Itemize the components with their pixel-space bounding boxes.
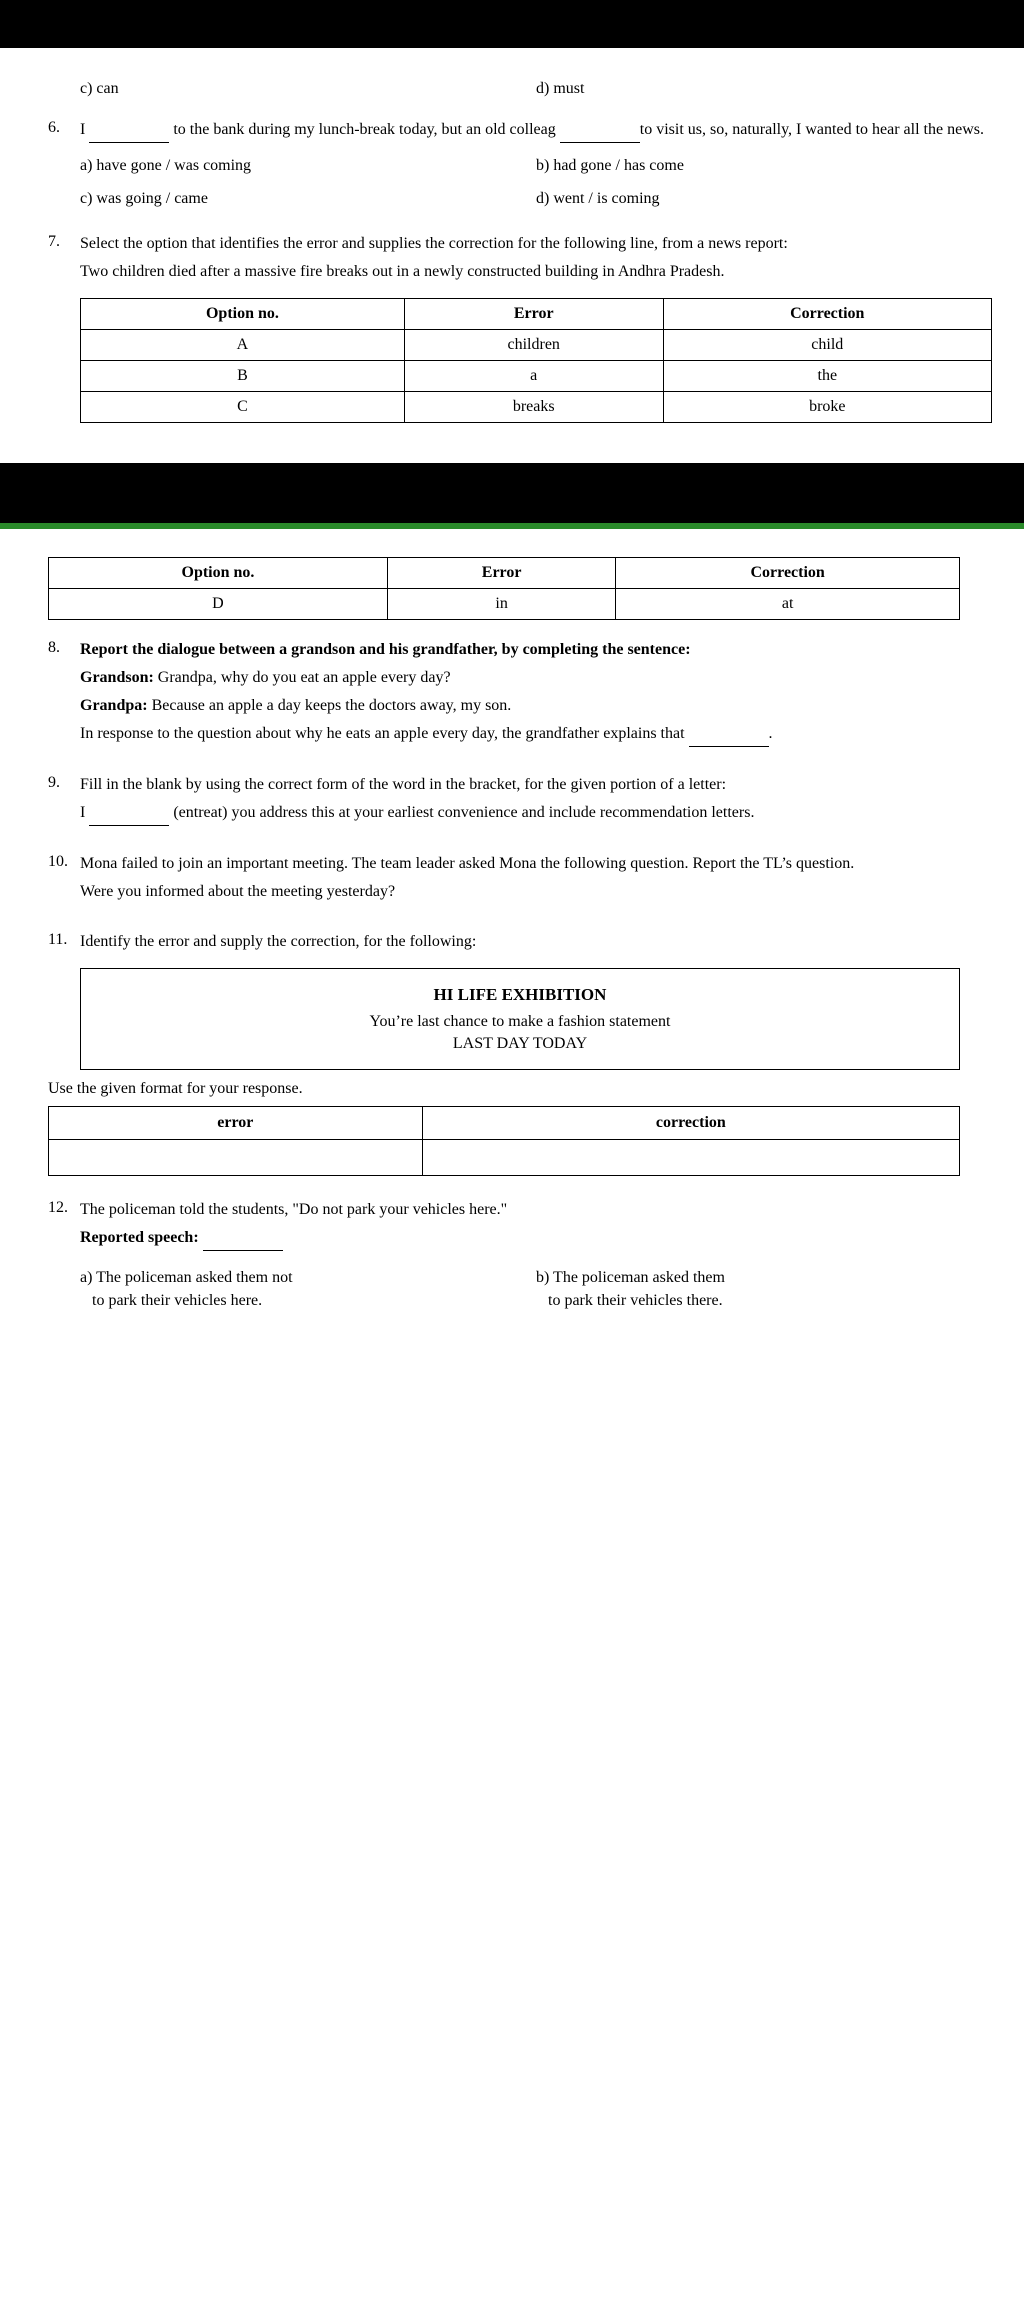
q7-cont-table-wrapper: Option no. Error Correction D in at xyxy=(48,557,992,620)
q9-number: 9. xyxy=(48,773,80,792)
q11-use-format: Use the given format for your response. xyxy=(48,1080,992,1098)
q9-instruction: Fill in the blank by using the correct f… xyxy=(80,773,992,797)
q8-grandson: Grandson: Grandpa, why do you eat an app… xyxy=(80,666,992,690)
q6-text: I to the bank during my lunch-break toda… xyxy=(80,118,992,143)
cont-th-option: Option no. xyxy=(49,558,388,589)
q10-text: Mona failed to join an important meeting… xyxy=(80,852,992,908)
cont-row-d-error: in xyxy=(387,589,615,620)
question-10: 10. Mona failed to join an important mee… xyxy=(48,852,992,908)
q6-option-c: c) was going / came xyxy=(80,188,536,210)
top-black-bar xyxy=(0,0,1024,48)
q9-blank xyxy=(89,801,169,826)
err-table: error correction xyxy=(48,1106,960,1176)
q11-number: 11. xyxy=(48,930,80,949)
q6-option-b: b) had gone / has come xyxy=(536,155,992,177)
err-th-correction: correction xyxy=(422,1107,959,1140)
table-row: A children child xyxy=(81,330,992,361)
q7-row-b-correction: the xyxy=(663,361,991,392)
err-row-error xyxy=(49,1140,423,1176)
q7-row-b-error: a xyxy=(404,361,663,392)
q9-text: Fill in the blank by using the correct f… xyxy=(80,773,992,830)
q7-row-c-correction: broke xyxy=(663,392,991,423)
question-6: 6. I to the bank during my lunch-break t… xyxy=(48,118,992,210)
err-row-correction xyxy=(422,1140,959,1176)
question-7: 7. Select the option that identifies the… xyxy=(48,232,992,423)
q11-text: Identify the error and supply the correc… xyxy=(80,930,992,958)
q7-th-option: Option no. xyxy=(81,299,405,330)
q12-option-a: a) The policeman asked them not to park … xyxy=(80,1267,536,1312)
q7-instruction: Select the option that identifies the er… xyxy=(80,232,992,256)
q7-row-c-error: breaks xyxy=(404,392,663,423)
cont-th-error: Error xyxy=(387,558,615,589)
q7-sentence: Two children died after a massive fire b… xyxy=(80,260,992,284)
prev-question-options: c) can d) must xyxy=(80,78,992,100)
q12-number: 12. xyxy=(48,1198,80,1217)
q8-bold-instruction: Report the dialogue between a grandson a… xyxy=(80,638,992,662)
question-8: 8. Report the dialogue between a grandso… xyxy=(48,638,992,751)
q6-blank2 xyxy=(560,118,640,143)
q12-option-b: b) The policeman asked them to park thei… xyxy=(536,1267,992,1312)
q8-grandpa: Grandpa: Because an apple a day keeps th… xyxy=(80,694,992,718)
q7-th-correction: Correction xyxy=(663,299,991,330)
q8-blank xyxy=(689,722,769,747)
q8-number: 8. xyxy=(48,638,80,657)
cont-th-correction: Correction xyxy=(616,558,960,589)
cont-row-d-option: D xyxy=(49,589,388,620)
exhibition-box: HI LIFE EXHIBITION You’re last chance to… xyxy=(80,968,960,1070)
q10-question-line: Were you informed about the meeting yest… xyxy=(80,880,992,904)
q7-row-c-option: C xyxy=(81,392,405,423)
question-9: 9. Fill in the blank by using the correc… xyxy=(48,773,992,830)
second-content-area: Option no. Error Correction D in at 8. xyxy=(0,529,1024,1352)
table-row xyxy=(49,1140,960,1176)
question-11: 11. Identify the error and supply the co… xyxy=(48,930,992,1176)
q7-table: Option no. Error Correction A children c… xyxy=(80,298,992,423)
q6-options: a) have gone / was coming b) had gone / … xyxy=(80,155,992,210)
q7-row-a-option: A xyxy=(81,330,405,361)
q12-text: The policeman told the students, "Do not… xyxy=(80,1198,992,1255)
q10-instruction: Mona failed to join an important meeting… xyxy=(80,852,992,876)
q12-sentence: The policeman told the students, "Do not… xyxy=(80,1198,992,1222)
q6-blank1 xyxy=(89,118,169,143)
q7-text: Select the option that identifies the er… xyxy=(80,232,992,288)
black-divider xyxy=(0,463,1024,523)
q7-number: 7. xyxy=(48,232,80,251)
option-d-must: d) must xyxy=(536,78,992,100)
q6-number: 6. xyxy=(48,118,80,137)
option-c-can: c) can xyxy=(80,78,536,100)
q7-cont-table: Option no. Error Correction D in at xyxy=(48,557,960,620)
table-row: C breaks broke xyxy=(81,392,992,423)
exhibition-subtitle: You’re last chance to make a fashion sta… xyxy=(101,1013,939,1031)
q7-th-error: Error xyxy=(404,299,663,330)
q8-text: Report the dialogue between a grandson a… xyxy=(80,638,992,751)
q6-option-d: d) went / is coming xyxy=(536,188,992,210)
separator-area xyxy=(0,463,1024,529)
q8-followup: In response to the question about why he… xyxy=(80,722,992,747)
q9-letter: I (entreat) you address this at your ear… xyxy=(80,801,992,826)
q7-row-b-option: B xyxy=(81,361,405,392)
q10-number: 10. xyxy=(48,852,80,871)
q12-options: a) The policeman asked them not to park … xyxy=(80,1267,992,1312)
exhibition-title: HI LIFE EXHIBITION xyxy=(101,985,939,1005)
table-row: B a the xyxy=(81,361,992,392)
cont-row-d-correction: at xyxy=(616,589,960,620)
q11-instruction: Identify the error and supply the correc… xyxy=(80,930,992,954)
page: c) can d) must 6. I to the bank during m… xyxy=(0,0,1024,1352)
q7-row-a-error: children xyxy=(404,330,663,361)
first-content-area: c) can d) must 6. I to the bank during m… xyxy=(0,48,1024,463)
table-row: D in at xyxy=(49,589,960,620)
err-th-error: error xyxy=(49,1107,423,1140)
q12-reported-label: Reported speech: xyxy=(80,1226,992,1251)
q7-row-a-correction: child xyxy=(663,330,991,361)
q6-option-a: a) have gone / was coming xyxy=(80,155,536,177)
exhibition-last-line: LAST DAY TODAY xyxy=(101,1035,939,1053)
question-12: 12. The policeman told the students, "Do… xyxy=(48,1198,992,1312)
q12-blank xyxy=(203,1226,283,1251)
